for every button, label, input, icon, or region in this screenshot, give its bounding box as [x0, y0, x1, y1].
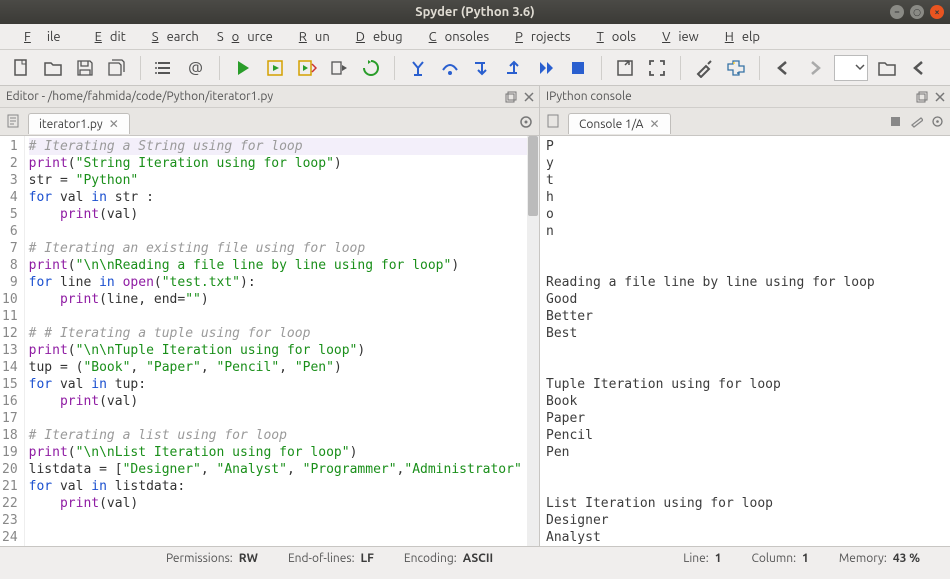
python-path-icon[interactable] — [723, 55, 749, 81]
status-encoding-label: Encoding: — [404, 552, 457, 565]
file-nav-icon[interactable] — [6, 113, 24, 131]
console-restore-icon[interactable] — [916, 91, 928, 103]
new-file-icon[interactable] — [8, 55, 34, 81]
status-memory-label: Memory: — [839, 552, 887, 565]
status-permissions-label: Permissions: — [166, 552, 233, 565]
menu-consoles[interactable]: Consoles — [413, 28, 497, 46]
editor-close-icon[interactable] — [523, 91, 535, 103]
status-memory-value: 43 % — [893, 552, 920, 565]
at-icon[interactable]: @ — [183, 55, 209, 81]
window-minimize-button[interactable]: – — [890, 5, 904, 19]
run-cell-icon[interactable] — [262, 55, 288, 81]
fullscreen-icon[interactable] — [644, 55, 670, 81]
stop-debug-icon[interactable] — [565, 55, 591, 81]
run-icon[interactable] — [230, 55, 256, 81]
menu-projects[interactable]: Projects — [499, 28, 578, 46]
tab-label: iterator1.py — [39, 118, 103, 131]
step-out-icon[interactable] — [501, 55, 527, 81]
open-file-icon[interactable] — [40, 55, 66, 81]
continue-icon[interactable] — [533, 55, 559, 81]
status-column-value: 1 — [802, 552, 809, 565]
maximize-pane-icon[interactable] — [612, 55, 638, 81]
status-bar: Permissions: RW End-of-lines: LF Encodin… — [0, 546, 950, 570]
status-encoding-value: ASCII — [463, 552, 493, 565]
status-eol-label: End-of-lines: — [288, 552, 355, 565]
code-area[interactable]: # Iterating a String using for loopprint… — [25, 136, 539, 546]
cwd-dropdown[interactable] — [834, 55, 868, 81]
run-selection-icon[interactable] — [326, 55, 352, 81]
console-tab-label: Console 1/A — [579, 118, 643, 131]
editor-scrollbar[interactable] — [527, 136, 539, 546]
code-editor[interactable]: 1234567891011121314151617181920212223242… — [0, 136, 539, 546]
editor-restore-icon[interactable] — [505, 91, 517, 103]
status-line-value: 1 — [715, 552, 722, 565]
console-stop-icon[interactable] — [889, 115, 902, 128]
console-tabs: Console 1/A ✕ — [540, 108, 950, 136]
window-close-button[interactable]: × — [930, 5, 944, 19]
menu-debug[interactable]: Debug — [340, 28, 411, 46]
window-title: Spyder (Python 3.6) — [415, 5, 534, 19]
status-line-label: Line: — [683, 552, 708, 565]
main-toolbar: @ — [0, 50, 950, 86]
debug-icon[interactable] — [405, 55, 431, 81]
console-nav-icon[interactable] — [546, 113, 564, 131]
editor-tabs: iterator1.py ✕ — [0, 108, 539, 136]
status-column-label: Column: — [752, 552, 797, 565]
editor-panel-title: Editor - /home/fahmida/code/Python/itera… — [0, 86, 539, 108]
run-cell-advance-icon[interactable] — [294, 55, 320, 81]
editor-tab-iterator1[interactable]: iterator1.py ✕ — [28, 113, 130, 134]
preferences-icon[interactable] — [691, 55, 717, 81]
console-options-icon[interactable] — [931, 115, 944, 128]
menu-help[interactable]: Help — [709, 28, 768, 46]
line-gutter: 1234567891011121314151617181920212223242… — [0, 136, 25, 546]
menu-file[interactable]: File — [8, 28, 77, 46]
save-all-icon[interactable] — [104, 55, 130, 81]
console-panel-title: IPython console — [540, 86, 950, 108]
browse-cwd-icon[interactable] — [874, 55, 900, 81]
tab-close-icon[interactable]: ✕ — [109, 117, 119, 131]
menu-bar: File Edit Search Source Run Debug Consol… — [0, 24, 950, 50]
status-permissions-value: RW — [239, 552, 258, 565]
svg-text:@: @ — [188, 59, 203, 77]
back-icon[interactable] — [770, 55, 796, 81]
menu-run[interactable]: Run — [283, 28, 338, 46]
forward-icon[interactable] — [802, 55, 828, 81]
console-tab-1a[interactable]: Console 1/A ✕ — [568, 113, 671, 134]
step-over-icon[interactable] — [437, 55, 463, 81]
step-into-icon[interactable] — [469, 55, 495, 81]
status-eol-value: LF — [361, 552, 374, 565]
menu-view[interactable]: View — [646, 28, 707, 46]
menu-source[interactable]: Source — [209, 28, 281, 46]
window-maximize-button[interactable]: ○ — [910, 5, 924, 19]
console-output[interactable]: P y t h o n Reading a file line by line … — [540, 136, 950, 546]
console-clear-icon[interactable] — [910, 115, 923, 128]
menu-edit[interactable]: Edit — [79, 28, 134, 46]
save-file-icon[interactable] — [72, 55, 98, 81]
rerun-icon[interactable] — [358, 55, 384, 81]
console-close-icon[interactable] — [934, 91, 946, 103]
menu-tools[interactable]: Tools — [581, 28, 645, 46]
parent-dir-icon[interactable] — [906, 55, 932, 81]
window-titlebar: Spyder (Python 3.6) – ○ × — [0, 0, 950, 24]
menu-search[interactable]: Search — [136, 28, 207, 46]
editor-options-icon[interactable] — [519, 115, 533, 129]
console-tab-close-icon[interactable]: ✕ — [649, 117, 659, 131]
list-icon[interactable] — [151, 55, 177, 81]
